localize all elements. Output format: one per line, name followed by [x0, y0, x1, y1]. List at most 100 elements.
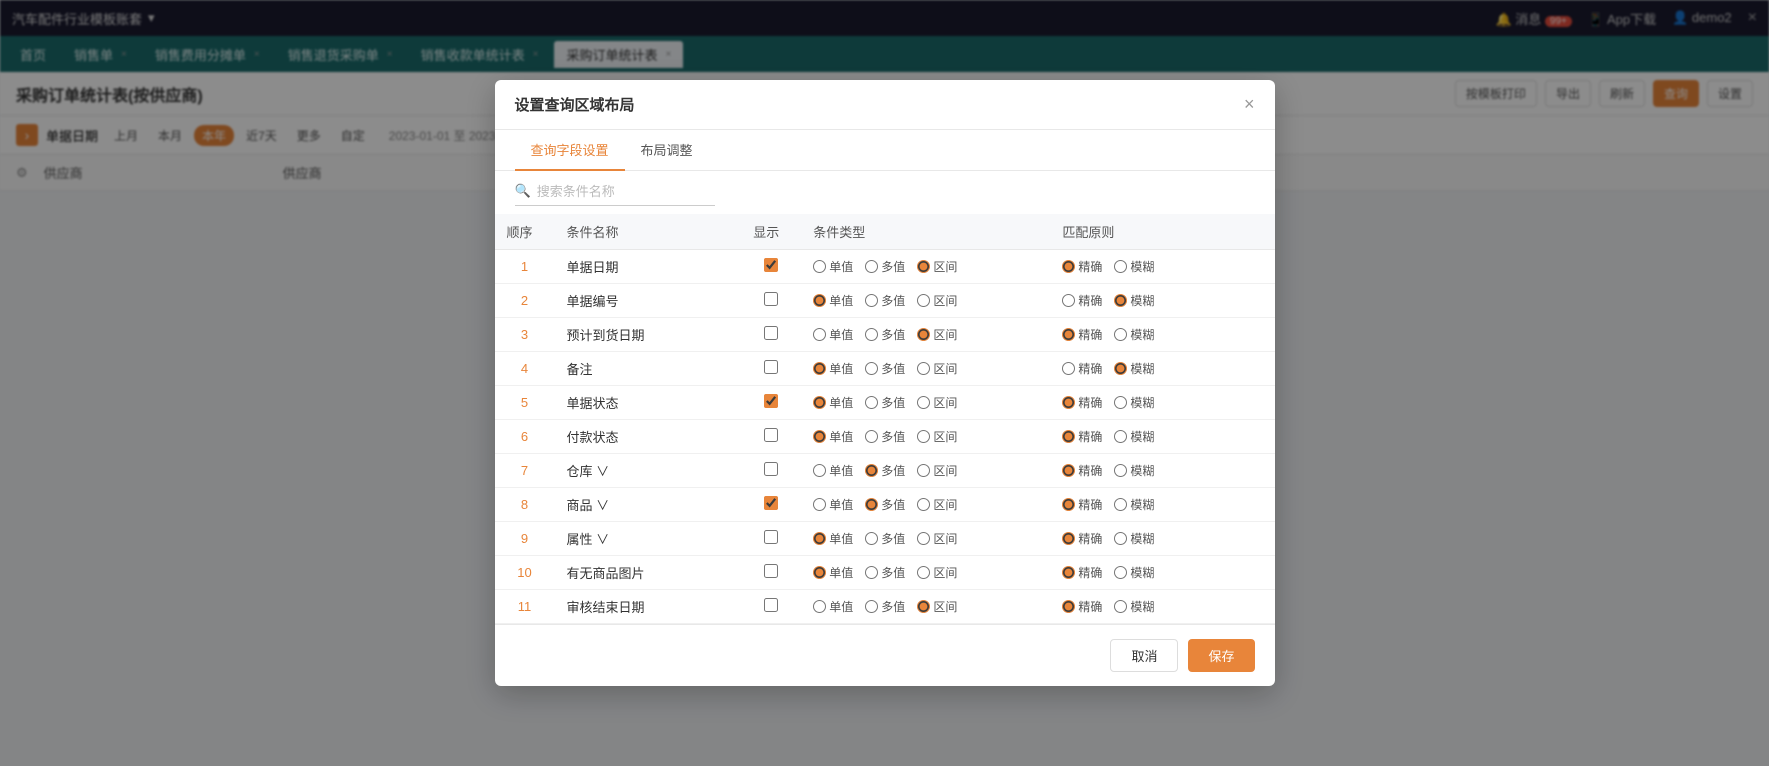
row-type-2: 单值多值区间: [801, 318, 1050, 352]
type-option-多值-5[interactable]: 多值: [865, 428, 905, 445]
type-option-多值-10[interactable]: 多值: [865, 598, 905, 615]
match-option-精确-1[interactable]: 精确: [1062, 292, 1102, 309]
match-option-模糊-10[interactable]: 模糊: [1114, 598, 1154, 615]
row-display-9[interactable]: [741, 556, 801, 590]
search-input[interactable]: [537, 184, 697, 199]
type-option-区间-8[interactable]: 区间: [917, 530, 957, 547]
match-option-模糊-2[interactable]: 模糊: [1114, 326, 1154, 343]
table-row: 4备注单值多值区间精确模糊: [495, 352, 1275, 386]
row-display-7[interactable]: [741, 488, 801, 522]
type-option-多值-4[interactable]: 多值: [865, 394, 905, 411]
match-option-精确-0[interactable]: 精确: [1062, 258, 1102, 275]
row-match-3: 精确模糊: [1050, 352, 1274, 386]
match-option-精确-2[interactable]: 精确: [1062, 326, 1102, 343]
row-display-10[interactable]: [741, 590, 801, 624]
display-checkbox-10[interactable]: [764, 598, 778, 612]
row-display-8[interactable]: [741, 522, 801, 556]
match-option-精确-7[interactable]: 精确: [1062, 496, 1102, 513]
row-display-3[interactable]: [741, 352, 801, 386]
type-option-区间-4[interactable]: 区间: [917, 394, 957, 411]
type-option-单值-0[interactable]: 单值: [813, 258, 853, 275]
type-option-区间-1[interactable]: 区间: [917, 292, 957, 309]
type-option-多值-2[interactable]: 多值: [865, 326, 905, 343]
match-option-精确-8[interactable]: 精确: [1062, 530, 1102, 547]
table-row: 5单据状态单值多值区间精确模糊: [495, 386, 1275, 420]
match-option-精确-4[interactable]: 精确: [1062, 394, 1102, 411]
match-option-精确-9[interactable]: 精确: [1062, 564, 1102, 581]
match-option-模糊-4[interactable]: 模糊: [1114, 394, 1154, 411]
type-option-单值-8[interactable]: 单值: [813, 530, 853, 547]
type-option-多值-6[interactable]: 多值: [865, 462, 905, 479]
type-option-单值-4[interactable]: 单值: [813, 394, 853, 411]
save-btn[interactable]: 保存: [1188, 639, 1254, 672]
type-option-区间-7[interactable]: 区间: [917, 496, 957, 513]
type-option-多值-3[interactable]: 多值: [865, 360, 905, 377]
row-type-4: 单值多值区间: [801, 386, 1050, 420]
type-option-区间-5[interactable]: 区间: [917, 428, 957, 445]
type-option-多值-1[interactable]: 多值: [865, 292, 905, 309]
table-row: 8商品 ∨单值多值区间精确模糊: [495, 488, 1275, 522]
row-display-2[interactable]: [741, 318, 801, 352]
match-option-模糊-1[interactable]: 模糊: [1114, 292, 1154, 309]
display-checkbox-3[interactable]: [764, 360, 778, 374]
type-option-单值-10[interactable]: 单值: [813, 598, 853, 615]
type-option-多值-0[interactable]: 多值: [865, 258, 905, 275]
match-option-模糊-0[interactable]: 模糊: [1114, 258, 1154, 275]
row-display-0[interactable]: [741, 250, 801, 284]
modal-tab-layout[interactable]: 布局调整: [625, 130, 709, 171]
row-name-6: 仓库 ∨: [555, 454, 742, 488]
display-checkbox-7[interactable]: [764, 496, 778, 510]
row-name-1: 单据编号: [555, 284, 742, 318]
type-option-单值-6[interactable]: 单值: [813, 462, 853, 479]
row-match-4: 精确模糊: [1050, 386, 1274, 420]
type-option-区间-9[interactable]: 区间: [917, 564, 957, 581]
type-option-区间-2[interactable]: 区间: [917, 326, 957, 343]
modal-close-btn[interactable]: ×: [1244, 94, 1255, 115]
type-option-单值-9[interactable]: 单值: [813, 564, 853, 581]
row-display-1[interactable]: [741, 284, 801, 318]
display-checkbox-8[interactable]: [764, 530, 778, 544]
type-option-多值-8[interactable]: 多值: [865, 530, 905, 547]
type-option-多值-9[interactable]: 多值: [865, 564, 905, 581]
row-display-6[interactable]: [741, 454, 801, 488]
display-checkbox-5[interactable]: [764, 428, 778, 442]
match-option-模糊-7[interactable]: 模糊: [1114, 496, 1154, 513]
match-option-精确-6[interactable]: 精确: [1062, 462, 1102, 479]
row-display-5[interactable]: [741, 420, 801, 454]
match-option-模糊-9[interactable]: 模糊: [1114, 564, 1154, 581]
display-checkbox-0[interactable]: [764, 258, 778, 272]
match-option-模糊-5[interactable]: 模糊: [1114, 428, 1154, 445]
display-checkbox-6[interactable]: [764, 462, 778, 476]
display-checkbox-4[interactable]: [764, 394, 778, 408]
display-checkbox-1[interactable]: [764, 292, 778, 306]
type-option-单值-7[interactable]: 单值: [813, 496, 853, 513]
type-option-单值-1[interactable]: 单值: [813, 292, 853, 309]
match-option-模糊-8[interactable]: 模糊: [1114, 530, 1154, 547]
type-option-单值-5[interactable]: 单值: [813, 428, 853, 445]
display-checkbox-2[interactable]: [764, 326, 778, 340]
row-type-8: 单值多值区间: [801, 522, 1050, 556]
match-option-模糊-3[interactable]: 模糊: [1114, 360, 1154, 377]
type-option-区间-10[interactable]: 区间: [917, 598, 957, 615]
type-option-区间-6[interactable]: 区间: [917, 462, 957, 479]
row-type-1: 单值多值区间: [801, 284, 1050, 318]
type-option-区间-3[interactable]: 区间: [917, 360, 957, 377]
type-option-单值-2[interactable]: 单值: [813, 326, 853, 343]
match-option-精确-10[interactable]: 精确: [1062, 598, 1102, 615]
display-checkbox-9[interactable]: [764, 564, 778, 578]
match-option-模糊-6[interactable]: 模糊: [1114, 462, 1154, 479]
table-row: 3预计到货日期单值多值区间精确模糊: [495, 318, 1275, 352]
match-option-精确-3[interactable]: 精确: [1062, 360, 1102, 377]
type-option-单值-3[interactable]: 单值: [813, 360, 853, 377]
cancel-btn[interactable]: 取消: [1110, 639, 1178, 672]
modal-tab-fields[interactable]: 查询字段设置: [515, 130, 625, 171]
th-display: 显示: [741, 214, 801, 250]
type-option-区间-0[interactable]: 区间: [917, 258, 957, 275]
match-option-精确-5[interactable]: 精确: [1062, 428, 1102, 445]
type-option-多值-7[interactable]: 多值: [865, 496, 905, 513]
search-box: 🔍: [515, 183, 715, 206]
row-display-4[interactable]: [741, 386, 801, 420]
row-order-2: 3: [495, 318, 555, 352]
row-order-0: 1: [495, 250, 555, 284]
modal-header: 设置查询区域布局 ×: [495, 80, 1275, 130]
